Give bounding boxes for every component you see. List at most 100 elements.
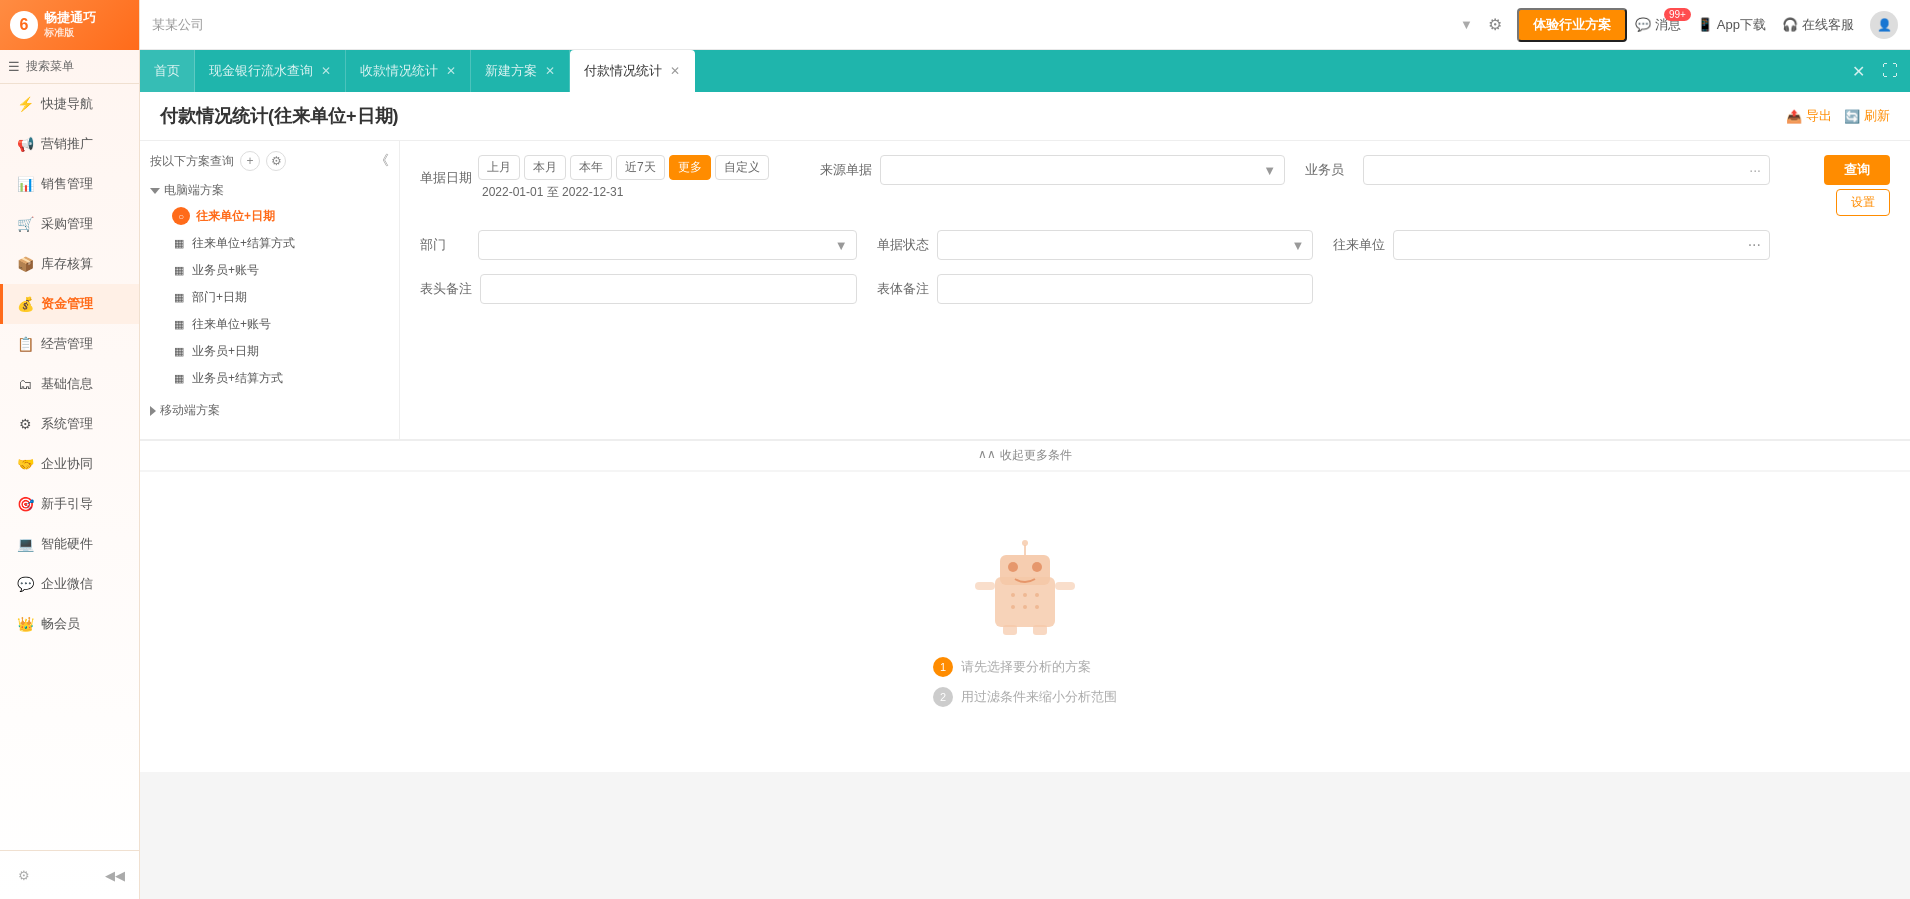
header-note-input[interactable] (480, 274, 857, 304)
date-this-month-btn[interactable]: 本月 (524, 155, 566, 180)
header-note-label: 表头备注 (420, 280, 472, 298)
scheme-item-icon: ▦ (172, 237, 186, 251)
sidebar-item-inventory[interactable]: 📦 库存核算 (0, 244, 139, 284)
sidebar-item-quick-nav[interactable]: ⚡ 快捷导航 (0, 84, 139, 124)
main-area: 某某公司 ▼ ⚙ 体验行业方案 💬 消息 99+ 📱 App下载 🎧 在线客服 … (140, 0, 1910, 899)
basic-info-icon: 🗂 (15, 374, 35, 394)
desktop-group-items: ○ 往来单位+日期 ▦ 往来单位+结算方式 ▦ 业务员+账号 ▦ (150, 202, 389, 392)
salesperson-select[interactable]: ··· (1363, 155, 1770, 185)
tab-expand-btn[interactable]: ⛶ (1878, 59, 1902, 83)
desktop-group-toggle-icon (150, 188, 160, 194)
marketing-icon: 📢 (15, 134, 35, 154)
sales-icon: 📊 (15, 174, 35, 194)
desktop-group-title[interactable]: 电脑端方案 (150, 179, 389, 202)
message-btn[interactable]: 💬 消息 99+ (1635, 16, 1681, 34)
tab-new-scheme-close[interactable]: ✕ (545, 64, 555, 78)
sidebar-item-capital[interactable]: 💰 资金管理 (0, 284, 139, 324)
empty-hint-2: 2 用过滤条件来缩小分析范围 (933, 687, 1117, 707)
source-doc-select[interactable]: ▼ (880, 155, 1285, 185)
mobile-group-title[interactable]: 移动端方案 (150, 398, 389, 423)
user-avatar[interactable]: 👤 (1870, 11, 1898, 39)
add-scheme-btn[interactable]: + (240, 151, 260, 171)
scheme-item-unit-settlement[interactable]: ▦ 往来单位+结算方式 (166, 230, 389, 257)
system-icon: ⚙ (15, 414, 35, 434)
sidebar-item-weixin[interactable]: 💬 企业微信 (0, 564, 139, 604)
tab-home[interactable]: 首页 (140, 50, 195, 92)
tab-payment-stat[interactable]: 付款情况统计 ✕ (570, 50, 695, 92)
collapse-sidebar-btn[interactable]: ◀◀ (101, 861, 129, 889)
sidebar-item-purchase[interactable]: 🛒 采购管理 (0, 204, 139, 244)
scheme-item-staff-date[interactable]: ▦ 业务员+日期 (166, 338, 389, 365)
dept-field: 部门 ▼ (420, 230, 857, 260)
mobile-scheme-group: 移动端方案 (150, 398, 389, 423)
sidebar-nav: ⚡ 快捷导航 📢 营销推广 📊 销售管理 🛒 采购管理 📦 库存核算 💰 资金管… (0, 84, 139, 850)
gear-icon[interactable]: ⚙ (1481, 11, 1509, 39)
body-note-input[interactable] (937, 274, 1314, 304)
message-icon: 💬 (1635, 17, 1651, 32)
logo-text: 畅捷通巧 标准版 (44, 10, 96, 41)
refresh-btn[interactable]: 🔄 刷新 (1844, 107, 1890, 125)
dept-chevron: ▼ (835, 238, 848, 253)
guide-icon: 🎯 (15, 494, 35, 514)
tab-bank-flow-close[interactable]: ✕ (321, 64, 331, 78)
date-custom-btn[interactable]: 自定义 (715, 155, 769, 180)
settings-footer-btn[interactable]: ⚙ (10, 861, 38, 889)
scheme-panel: 按以下方案查询 + ⚙ 《 电脑端方案 ○ 往来单位+日期 (140, 141, 400, 439)
sidebar-item-enterprise[interactable]: 🤝 企业协同 (0, 444, 139, 484)
sidebar-item-system[interactable]: ⚙ 系统管理 (0, 404, 139, 444)
search-menu[interactable]: ☰ 搜索菜单 (0, 50, 139, 84)
query-button[interactable]: 查询 (1824, 155, 1890, 185)
active-scheme-dot: ○ (172, 207, 190, 225)
salesperson-field: 业务员 ··· (1305, 155, 1770, 185)
svg-point-3 (1032, 562, 1042, 572)
svg-point-11 (1023, 593, 1027, 597)
hint-number-2: 2 (933, 687, 953, 707)
quick-nav-icon: ⚡ (15, 94, 35, 114)
capital-icon: 💰 (15, 294, 35, 314)
vip-icon: 👑 (15, 614, 35, 634)
sidebar-item-guide[interactable]: 🎯 新手引导 (0, 484, 139, 524)
tab-receivable-close[interactable]: ✕ (446, 64, 456, 78)
tab-bank-flow[interactable]: 现金银行流水查询 ✕ (195, 50, 346, 92)
date-this-year-btn[interactable]: 本年 (570, 155, 612, 180)
sidebar-item-basic-info[interactable]: 🗂 基础信息 (0, 364, 139, 404)
related-unit-label: 往来单位 (1333, 236, 1385, 254)
sidebar-item-sales[interactable]: 📊 销售管理 (0, 164, 139, 204)
date-7days-btn[interactable]: 近7天 (616, 155, 665, 180)
export-btn[interactable]: 📤 导出 (1786, 107, 1832, 125)
hint-number-1: 1 (933, 657, 953, 677)
source-doc-label: 来源单据 (820, 161, 872, 179)
scheme-item-staff-settlement[interactable]: ▦ 业务员+结算方式 (166, 365, 389, 392)
sidebar-item-smart-hw[interactable]: 💻 智能硬件 (0, 524, 139, 564)
tab-payment-stat-close[interactable]: ✕ (670, 64, 680, 78)
top-header: 某某公司 ▼ ⚙ 体验行业方案 💬 消息 99+ 📱 App下载 🎧 在线客服 … (140, 0, 1910, 50)
scheme-item-staff-account[interactable]: ▦ 业务员+账号 (166, 257, 389, 284)
scheme-header: 按以下方案查询 + ⚙ 《 (150, 151, 389, 171)
doc-status-chevron: ▼ (1291, 238, 1304, 253)
sidebar-item-marketing[interactable]: 📢 营销推广 (0, 124, 139, 164)
date-last-month-btn[interactable]: 上月 (478, 155, 520, 180)
dept-select[interactable]: ▼ (478, 230, 857, 260)
sidebar-item-vip[interactable]: 👑 畅会员 (0, 604, 139, 644)
scheme-settings-btn[interactable]: ⚙ (266, 151, 286, 171)
scheme-item-dept-date[interactable]: ▦ 部门+日期 (166, 284, 389, 311)
scheme-item-unit-date[interactable]: ○ 往来单位+日期 (166, 202, 389, 230)
tab-receivable[interactable]: 收款情况统计 ✕ (346, 50, 471, 92)
sidebar-item-operations[interactable]: 📋 经营管理 (0, 324, 139, 364)
settings-button[interactable]: 设置 (1836, 189, 1890, 216)
scheme-collapse-btn[interactable]: 《 (375, 152, 389, 170)
dropdown-icon[interactable]: ▼ (1460, 17, 1473, 32)
sidebar-footer: ⚙ ◀◀ (0, 850, 139, 899)
trial-btn[interactable]: 体验行业方案 (1517, 8, 1627, 42)
collapse-more-conditions-btn[interactable]: ∧∧ 收起更多条件 (140, 440, 1910, 470)
app-download-btn[interactable]: 📱 App下载 (1697, 16, 1766, 34)
date-range-display: 2022-01-01 至 2022-12-31 (482, 184, 623, 201)
related-unit-select[interactable]: ··· (1393, 230, 1770, 260)
tab-close-all-btn[interactable]: ✕ (1846, 59, 1870, 83)
online-service-btn[interactable]: 🎧 在线客服 (1782, 16, 1854, 34)
doc-status-select[interactable]: ▼ (937, 230, 1314, 260)
scheme-item-unit-account[interactable]: ▦ 往来单位+账号 (166, 311, 389, 338)
date-more-btn[interactable]: 更多 (669, 155, 711, 180)
svg-point-2 (1008, 562, 1018, 572)
tab-new-scheme[interactable]: 新建方案 ✕ (471, 50, 570, 92)
